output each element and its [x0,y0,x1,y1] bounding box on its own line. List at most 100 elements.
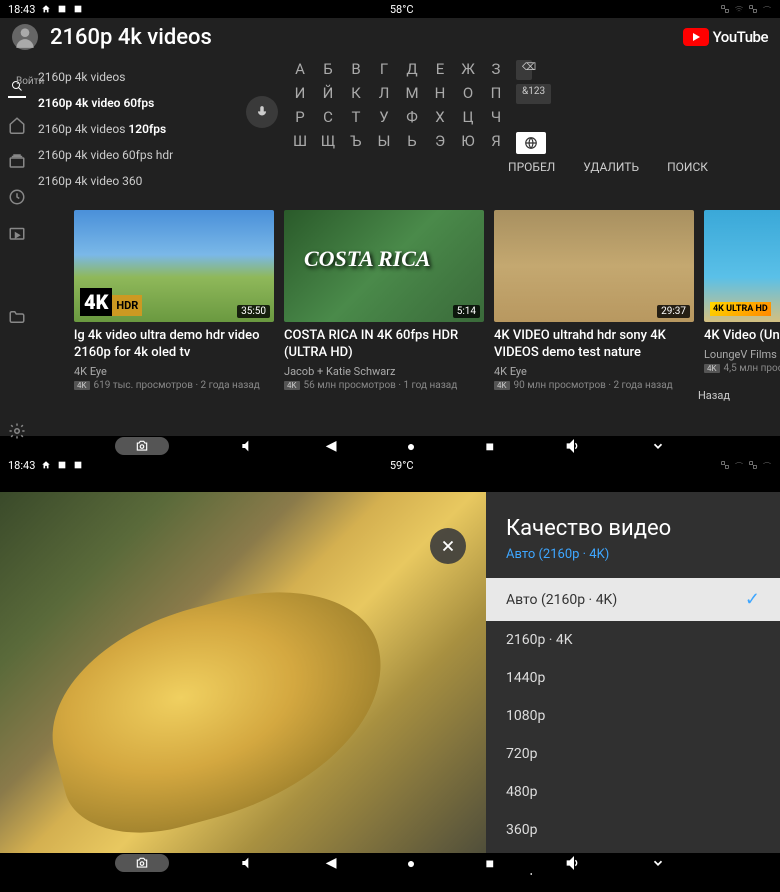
kb-key[interactable]: Н [432,84,448,104]
video-player[interactable] [0,492,486,870]
home-icon[interactable] [8,116,26,134]
square-icon [57,460,67,470]
history-icon[interactable] [8,188,26,206]
back-label[interactable]: Назад [698,389,730,402]
kb-key[interactable]: М [404,84,420,104]
kb-key[interactable]: Т [348,108,364,128]
search-key[interactable]: ПОИСК [667,160,708,174]
globe-key[interactable] [516,132,546,154]
kb-key[interactable]: Ф [404,108,420,128]
video-thumbnail: 29:37 [494,210,694,322]
4k-hdr-badge: 4KHDR [80,288,142,316]
status-temp: 58°C [390,3,414,16]
quality-option[interactable]: 1080p [486,697,780,735]
kb-key[interactable]: Ъ [348,132,364,152]
video-card[interactable]: 29:37 4K VIDEO ultrahd hdr sony 4K VIDEO… [494,210,694,391]
youtube-logo[interactable]: YouTube [683,28,768,46]
kb-key[interactable]: А [292,60,308,80]
kb-key[interactable]: З [488,60,504,80]
kb-key[interactable]: Ж [460,60,476,80]
kb-key[interactable]: Щ [320,132,336,152]
quality-option[interactable]: 2160p · 4K [486,621,780,659]
kb-key[interactable]: Ш [292,132,308,152]
kb-key[interactable]: Л [376,84,392,104]
quality-option[interactable]: 720p [486,735,780,773]
kb-key[interactable]: Б [320,60,336,80]
library-icon[interactable] [8,224,26,242]
kb-key[interactable]: Р [292,108,308,128]
volume-down-icon[interactable] [239,438,255,454]
kb-key[interactable]: Ю [460,132,476,152]
search-query-title: 2160p 4k videos [50,25,683,50]
suggestion-item[interactable]: 2160p 4k video 60fps hdr [26,142,246,168]
suggestion-item[interactable]: 2160p 4k video 360 [26,168,246,194]
wifi-icon [734,4,744,14]
video-thumbnail: COSTA RICA 5:14 [284,210,484,322]
kb-key[interactable]: У [376,108,392,128]
expand-icon[interactable] [651,439,665,453]
kb-key[interactable]: К [348,84,364,104]
home-nav-icon[interactable]: ● [407,855,415,872]
youtube-header: 2160p 4k videos YouTube [0,18,780,56]
folder-icon[interactable] [8,308,26,326]
onscreen-keyboard: А Б В Г Д Е Ж З ⌫ И Й [246,56,780,202]
back-icon[interactable]: ◀ [326,438,337,454]
square-icon [57,4,67,14]
login-link[interactable]: Войти [16,76,44,87]
suggestion-item[interactable]: 2160p 4k video 60fps [26,90,246,116]
kb-key[interactable]: Е [432,60,448,80]
kb-key[interactable]: В [348,60,364,80]
expand-icon[interactable] [651,856,665,870]
video-meta: 4K56 млн просмотров · 1 год назад [284,380,484,391]
quality-option[interactable]: 360p [486,811,780,849]
video-title: COSTA RICA IN 4K 60fps HDR (ULTRA HD) [284,328,484,362]
sidebar [8,56,26,440]
volume-up-icon[interactable] [564,438,580,454]
kb-key[interactable]: Э [432,132,448,152]
close-button[interactable] [430,528,466,564]
kb-key[interactable]: Д [404,60,420,80]
quality-option[interactable]: 1440p [486,659,780,697]
kb-key[interactable]: О [460,84,476,104]
volume-up-icon[interactable] [564,855,580,871]
mic-button[interactable] [246,96,278,128]
kb-key[interactable]: Ы [376,132,392,152]
kb-key[interactable]: П [488,84,504,104]
video-frame-content [27,565,409,854]
kb-key[interactable]: Ч [488,108,504,128]
recents-icon[interactable]: ■ [486,855,494,872]
home-nav-icon[interactable]: ● [407,438,415,455]
settings-icon[interactable] [8,422,26,440]
home-icon [41,460,51,470]
kb-key[interactable]: Я [488,132,504,152]
numbers-key[interactable]: &123 [516,84,551,104]
back-icon[interactable]: ◀ [326,855,337,871]
subscriptions-icon[interactable] [8,152,26,170]
kb-key[interactable]: С [320,108,336,128]
space-key[interactable]: ПРОБЕЛ [508,160,555,174]
delete-key[interactable]: УДАЛИТЬ [583,160,639,174]
suggestion-item[interactable]: 2160p 4k videos 120fps [26,116,246,142]
video-card[interactable]: COSTA RICA 5:14 COSTA RICA IN 4K 60fps H… [284,210,484,391]
wifi-icon [734,460,744,470]
recents-icon[interactable]: ■ [486,438,494,455]
screenshot-button[interactable] [115,854,169,872]
kb-key[interactable]: Х [432,108,448,128]
quality-option[interactable]: Авто (2160p · 4K) ✓ [486,578,780,621]
kb-key[interactable]: Ь [404,132,420,152]
kb-key[interactable]: Г [376,60,392,80]
kb-key[interactable]: И [292,84,308,104]
avatar[interactable] [12,24,38,50]
thumb-overlay-text: COSTA RICA [304,246,431,272]
volume-down-icon[interactable] [239,855,255,871]
status-time: 18:43 [8,459,35,472]
backspace-key[interactable]: ⌫ [516,60,532,80]
video-card[interactable]: 4KHDR 35:50 lg 4k video ultra demo hdr v… [74,210,274,391]
video-card[interactable]: 4K ULTRA HD 4K Video (Unbelievab LoungeV… [704,210,780,391]
kb-key[interactable]: Й [320,84,336,104]
youtube-app: 2160p 4k videos YouTube Войти 2160p 4k v… [0,18,780,436]
kb-key[interactable]: Ц [460,108,476,128]
suggestion-item[interactable]: 2160p 4k videos [26,64,246,90]
square-icon-2 [73,4,83,14]
quality-option[interactable]: 480p [486,773,780,811]
